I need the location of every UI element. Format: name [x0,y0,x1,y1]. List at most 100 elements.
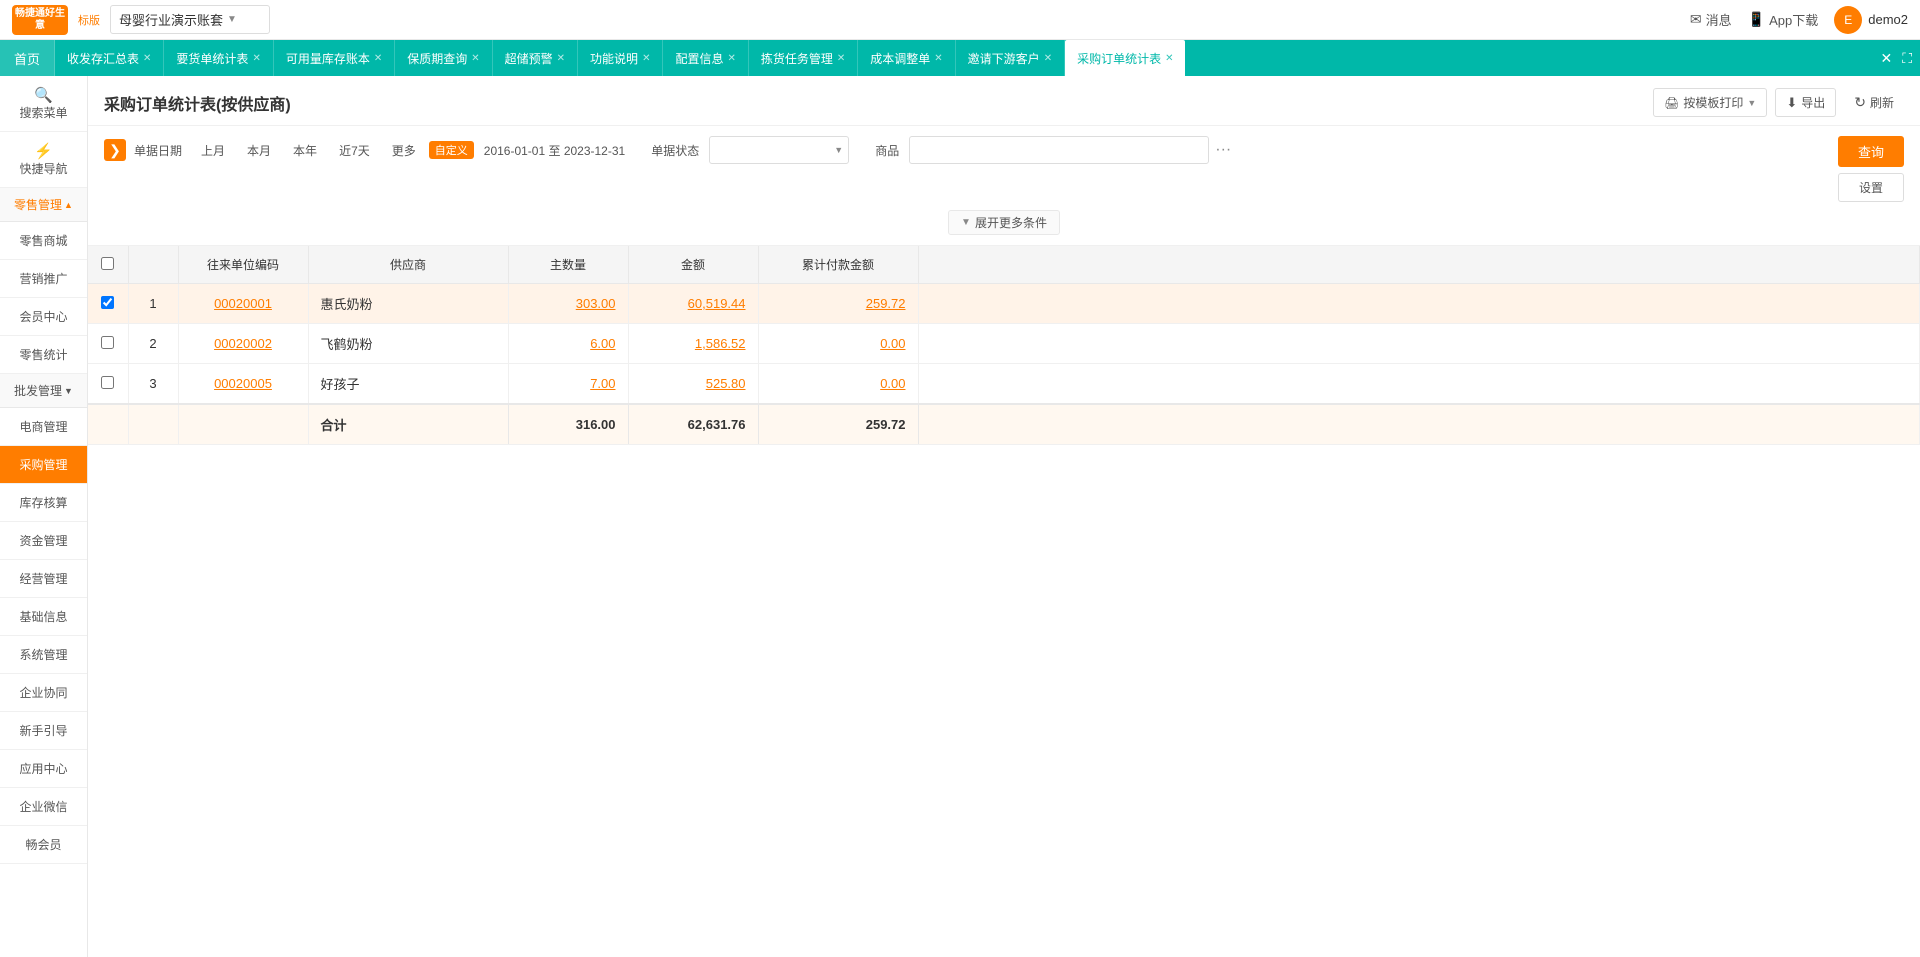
sidebar-item-marketing[interactable]: 营销推广 [0,260,87,298]
workspace-selector[interactable]: 母婴行业演示账套 ▼ [110,5,270,34]
sidebar-item-vip[interactable]: 畅会员 [0,826,87,864]
sidebar-item-mall[interactable]: 零售商城 [0,222,87,260]
sidebar-section-retail[interactable]: 零售管理 ▲ [0,188,87,222]
print-btn[interactable]: 🖨 按模板打印 ▼ [1653,88,1767,117]
query-btn[interactable]: 查询 [1838,136,1904,167]
col-seq-header [128,246,178,284]
brand-sub: 标版 [78,12,100,28]
row-1-checkbox[interactable] [101,296,114,309]
message-btn[interactable]: ✉ 消息 [1690,10,1732,29]
refresh-btn[interactable]: ↻ 刷新 [1844,89,1904,116]
tab-7-close[interactable]: ✕ [727,53,735,64]
shortcut-this-month[interactable]: 本月 [238,139,280,162]
footer-paid: 259.72 [758,404,918,445]
tab-1-close[interactable]: ✕ [143,53,151,64]
search-icon: 🔍 [6,86,81,104]
goods-more-dots[interactable]: ··· [1211,141,1235,159]
tab-home[interactable]: 首页 [0,40,55,76]
marketing-label: 营销推广 [19,272,67,286]
tabs-restore[interactable]: ⛶ [1902,50,1912,67]
tab-1[interactable]: 收发存汇总表 ✕ [55,40,164,76]
tab-10-close[interactable]: ✕ [1044,53,1052,64]
expand-more-btn[interactable]: ▼ 展开更多条件 [948,210,1060,235]
tab-3-close[interactable]: ✕ [374,53,382,64]
sidebar-search[interactable]: 🔍 搜索菜单 [0,76,87,132]
shortcut-more[interactable]: 更多 [383,139,425,162]
row-1-paid[interactable]: 259.72 [758,284,918,324]
row-3-qty[interactable]: 7.00 [508,364,628,405]
tab-5-close[interactable]: ✕ [557,53,565,64]
sidebar-item-operation[interactable]: 经营管理 [0,560,87,598]
appcenter-label: 应用中心 [19,762,67,776]
tab-11-active[interactable]: 采购订单统计表 ✕ [1065,40,1185,76]
tab-6-close[interactable]: ✕ [642,53,650,64]
tab-8-close[interactable]: ✕ [837,53,845,64]
sidebar-item-finance[interactable]: 资金管理 [0,522,87,560]
row-3-code[interactable]: 00020005 [178,364,308,405]
shortcut-last-month[interactable]: 上月 [192,139,234,162]
tab-8[interactable]: 拣货任务管理 ✕ [749,40,858,76]
row-1-qty[interactable]: 303.00 [508,284,628,324]
row-3-supplier: 好孩子 [308,364,508,405]
tab-7[interactable]: 配置信息 ✕ [663,40,748,76]
export-btn[interactable]: ⬇ 导出 [1775,88,1836,117]
row-3-paid[interactable]: 0.00 [758,364,918,405]
tab-5-label: 超储预警 [505,50,553,67]
row-2-checkbox[interactable] [101,336,114,349]
tab-2[interactable]: 要货单统计表 ✕ [164,40,273,76]
user-avatar[interactable]: E demo2 [1834,6,1908,34]
status-filter-select[interactable] [709,136,849,164]
tab-4[interactable]: 保质期查询 ✕ [395,40,492,76]
row-2-code[interactable]: 00020002 [178,324,308,364]
tab-11-label: 采购订单统计表 [1077,50,1161,67]
col-qty-header: 主数量 [508,246,628,284]
sidebar-item-ecommerce[interactable]: 电商管理 [0,408,87,446]
table-footer-row: 合计 316.00 62,631.76 259.72 [88,404,1920,445]
row-1-supplier: 惠氏奶粉 [308,284,508,324]
tab-4-label: 保质期查询 [407,50,467,67]
select-all-checkbox[interactable] [101,257,114,270]
row-3-checkbox[interactable] [101,376,114,389]
row-2-qty[interactable]: 6.00 [508,324,628,364]
table-row: 2 00020002 飞鹤奶粉 6.00 1,586.52 0.00 [88,324,1920,364]
sidebar-item-wechat[interactable]: 企业微信 [0,788,87,826]
sidebar-item-inventory[interactable]: 库存核算 [0,484,87,522]
sidebar-section-wholesale[interactable]: 批发管理 ▼ [0,374,87,408]
sidebar-item-appcenter[interactable]: 应用中心 [0,750,87,788]
tab-9-close[interactable]: ✕ [934,53,942,64]
settings-btn[interactable]: 设置 [1838,173,1904,202]
table-area: 往来单位编码 供应商 主数量 金额 累计付款金额 [88,246,1920,957]
tab-10[interactable]: 邀请下游客户 ✕ [956,40,1065,76]
tabs-close-all[interactable]: ✕ [1880,50,1892,67]
app-logo: 畅捷通好生意 [12,5,68,35]
row-2-paid[interactable]: 0.00 [758,324,918,364]
filter-expand-toggle[interactable]: ❯ [104,139,126,161]
custom-tag[interactable]: 自定义 [429,141,474,159]
filter-area: ❯ 单据日期 上月 本月 本年 近7天 更多 自定义 2016-01-01 至 … [88,126,1920,246]
tab-2-close[interactable]: ✕ [252,53,260,64]
sidebar-item-retail-stats[interactable]: 零售统计 [0,336,87,374]
app-download-btn[interactable]: 📱 App下载 [1748,10,1819,29]
page-title: 采购订单统计表(按供应商) [104,91,291,115]
tab-5[interactable]: 超储预警 ✕ [493,40,578,76]
tab-4-close[interactable]: ✕ [471,53,479,64]
sidebar-item-system[interactable]: 系统管理 [0,636,87,674]
row-1-amount[interactable]: 60,519.44 [628,284,758,324]
row-1-code[interactable]: 00020001 [178,284,308,324]
sidebar-item-newbie[interactable]: 新手引导 [0,712,87,750]
shortcut-7days[interactable]: 近7天 [330,139,379,162]
shortcut-this-year[interactable]: 本年 [284,139,326,162]
row-3-amount[interactable]: 525.80 [628,364,758,405]
goods-filter-input[interactable] [909,136,1209,164]
tab-3[interactable]: 可用量库存账本 ✕ [274,40,395,76]
tab-9[interactable]: 成本调整单 ✕ [858,40,955,76]
tab-6[interactable]: 功能说明 ✕ [578,40,663,76]
sidebar-item-member[interactable]: 会员中心 [0,298,87,336]
sidebar-item-base[interactable]: 基础信息 [0,598,87,636]
sidebar-shortcut[interactable]: ⚡ 快捷导航 [0,132,87,188]
sidebar-item-collab[interactable]: 企业协同 [0,674,87,712]
row-2-amount[interactable]: 1,586.52 [628,324,758,364]
shortcut-icon: ⚡ [6,142,81,160]
sidebar-item-purchase[interactable]: 采购管理 [0,446,87,484]
tab-11-close[interactable]: ✕ [1165,53,1173,64]
